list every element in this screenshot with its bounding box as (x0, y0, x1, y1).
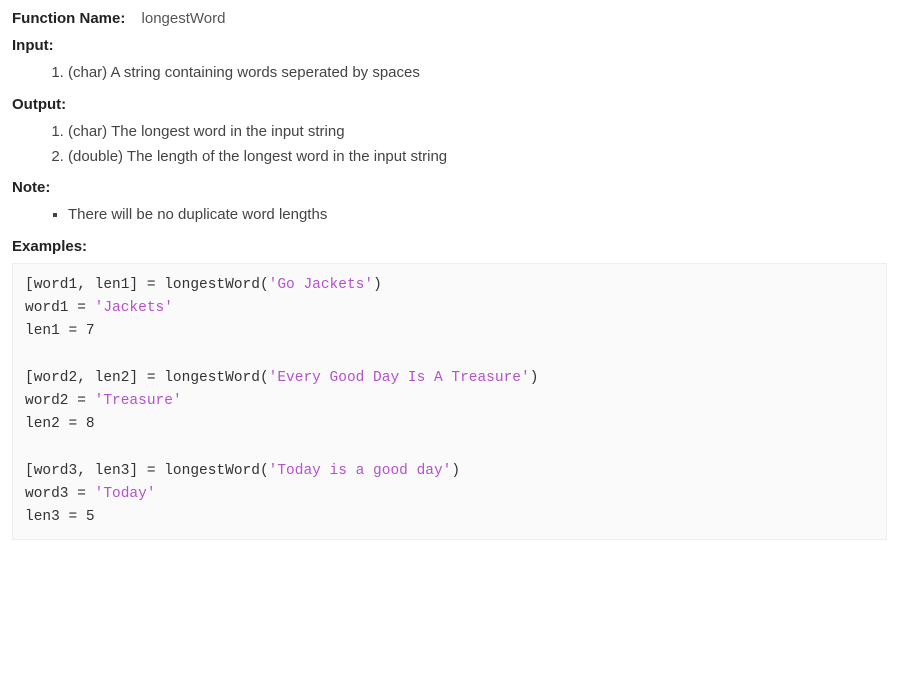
examples-label: Examples: (12, 238, 887, 255)
code-text: [word2, len2] = longestWord( (25, 370, 269, 386)
input-list: (char) A string containing words seperat… (12, 62, 887, 84)
code-string: 'Treasure' (95, 393, 182, 409)
code-block: [word1, len1] = longestWord('Go Jackets'… (12, 263, 887, 540)
code-text: [word3, len3] = longestWord( (25, 463, 269, 479)
list-item: (char) A string containing words seperat… (68, 62, 887, 84)
code-text: ) (530, 370, 539, 386)
code-string: 'Every Good Day Is A Treasure' (269, 370, 530, 386)
code-text: [word1, len1] = longestWord( (25, 277, 269, 293)
output-label: Output: (12, 96, 887, 113)
input-label: Input: (12, 37, 887, 54)
code-text: len3 = 5 (25, 509, 95, 525)
code-text: word2 = (25, 393, 95, 409)
code-text: word3 = (25, 486, 95, 502)
note-list: There will be no duplicate word lengths (12, 204, 887, 226)
list-item: (char) The longest word in the input str… (68, 121, 887, 143)
note-label: Note: (12, 179, 887, 196)
code-text: ) (451, 463, 460, 479)
code-string: 'Today' (95, 486, 156, 502)
code-text: len1 = 7 (25, 323, 95, 339)
code-text: ) (373, 277, 382, 293)
output-list: (char) The longest word in the input str… (12, 121, 887, 168)
code-string: 'Jackets' (95, 300, 173, 316)
code-text: len2 = 8 (25, 416, 95, 432)
code-string: 'Today is a good day' (269, 463, 452, 479)
code-text: word1 = (25, 300, 95, 316)
code-string: 'Go Jackets' (269, 277, 373, 293)
function-name-label: Function Name: (12, 10, 125, 27)
function-name-row: Function Name: longestWord (12, 10, 887, 27)
function-name-value: longestWord (142, 10, 226, 27)
list-item: There will be no duplicate word lengths (68, 204, 887, 226)
list-item: (double) The length of the longest word … (68, 146, 887, 168)
